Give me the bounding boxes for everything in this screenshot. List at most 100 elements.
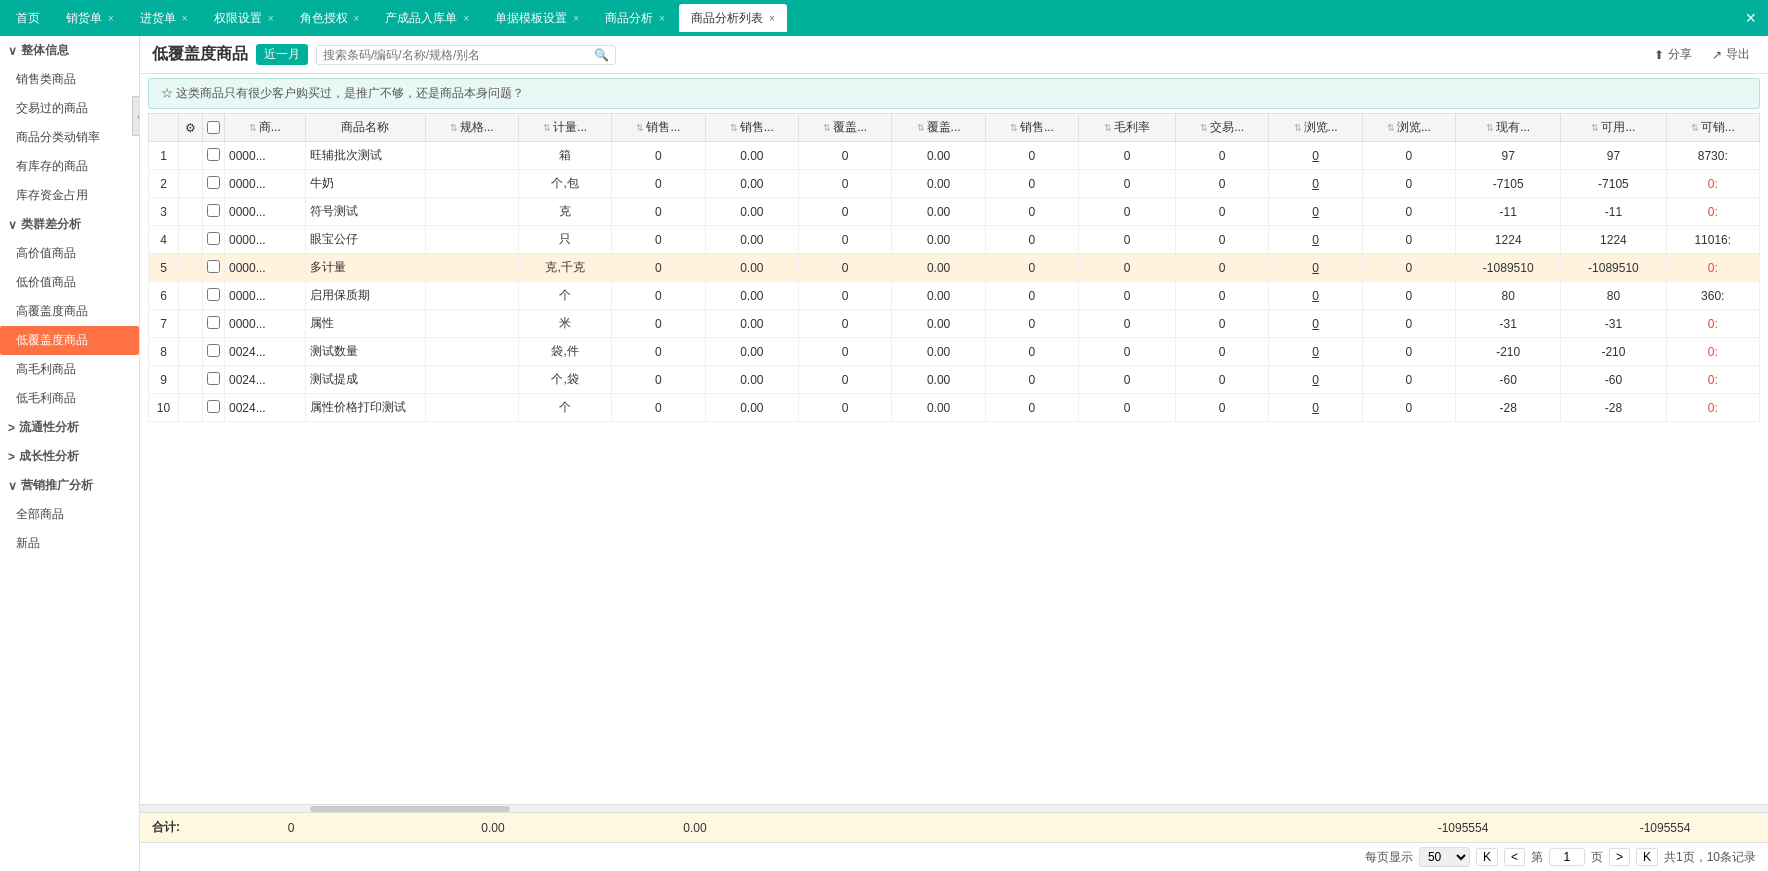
tab-product-analysis-list[interactable]: 商品分析列表 × <box>679 4 787 32</box>
sidebar-item-category-rate[interactable]: 商品分类动销率 <box>0 123 139 152</box>
cell-browse1[interactable]: 0 <box>1269 254 1362 282</box>
row-checkbox[interactable] <box>207 316 220 329</box>
sidebar-item-low-value[interactable]: 低价值商品 <box>0 268 139 297</box>
col-gross-margin[interactable]: ⇅ 毛利率 <box>1079 114 1176 142</box>
cell-checkbox[interactable] <box>203 254 225 282</box>
search-icon[interactable]: 🔍 <box>594 48 609 62</box>
close-icon[interactable]: × <box>268 13 274 24</box>
cell-checkbox[interactable] <box>203 366 225 394</box>
col-settings[interactable]: ⚙ <box>179 114 203 142</box>
cell-checkbox[interactable] <box>203 394 225 422</box>
cell-browse1[interactable]: 0 <box>1269 282 1362 310</box>
first-page-button[interactable]: K <box>1476 848 1498 866</box>
col-sales-qty[interactable]: ⇅ 销售... <box>612 114 705 142</box>
tab-product-warehouse[interactable]: 产成品入库单 × <box>373 4 481 32</box>
sidebar-item-traded-goods[interactable]: 交易过的商品 <box>0 94 139 123</box>
cell-checkbox[interactable] <box>203 142 225 170</box>
last-page-button[interactable]: K <box>1636 848 1658 866</box>
col-cover2[interactable]: ⇅ 覆盖... <box>892 114 985 142</box>
table-container[interactable]: ⚙ ⇅ 商... 商品名称 <box>140 113 1768 804</box>
nav-close-button[interactable]: × <box>1737 8 1764 29</box>
cell-name[interactable]: 旺辅批次测试 <box>305 142 425 170</box>
sidebar-section-cluster[interactable]: ∨ 类群差分析 <box>0 210 139 239</box>
close-icon[interactable]: × <box>769 13 775 24</box>
tab-sales-order[interactable]: 销货单 × <box>54 4 126 32</box>
col-browse1[interactable]: ⇅ 浏览... <box>1269 114 1362 142</box>
cell-name[interactable]: 启用保质期 <box>305 282 425 310</box>
cell-browse1[interactable]: 0 <box>1269 170 1362 198</box>
row-checkbox[interactable] <box>207 400 220 413</box>
sidebar-section-overall[interactable]: ∨ 整体信息 <box>0 36 139 65</box>
close-icon[interactable]: × <box>659 13 665 24</box>
cell-name[interactable]: 眼宝公仔 <box>305 226 425 254</box>
cell-browse1[interactable]: 0 <box>1269 226 1362 254</box>
prev-page-button[interactable]: < <box>1504 848 1525 866</box>
select-all-checkbox[interactable] <box>207 121 220 134</box>
horizontal-scrollbar[interactable] <box>140 804 1768 812</box>
row-checkbox[interactable] <box>207 204 220 217</box>
cell-browse1[interactable]: 0 <box>1269 142 1362 170</box>
sidebar-item-all-goods[interactable]: 全部商品 <box>0 500 139 529</box>
col-trade[interactable]: ⇅ 交易... <box>1176 114 1269 142</box>
cell-checkbox[interactable] <box>203 170 225 198</box>
cell-name[interactable]: 多计量 <box>305 254 425 282</box>
current-page-input[interactable] <box>1549 848 1585 866</box>
sidebar-item-stock-fund[interactable]: 库存资金占用 <box>0 181 139 210</box>
col-current-stock[interactable]: ⇅ 现有... <box>1456 114 1561 142</box>
tab-template-settings[interactable]: 单据模板设置 × <box>483 4 591 32</box>
cell-browse1[interactable]: 0 <box>1269 338 1362 366</box>
sidebar-item-high-value[interactable]: 高价值商品 <box>0 239 139 268</box>
cell-browse1[interactable]: 0 <box>1269 310 1362 338</box>
row-checkbox[interactable] <box>207 176 220 189</box>
export-button[interactable]: ↗ 导出 <box>1706 44 1756 65</box>
cell-checkbox[interactable] <box>203 226 225 254</box>
next-page-button[interactable]: > <box>1609 848 1630 866</box>
sidebar-item-high-margin[interactable]: 高毛利商品 <box>0 355 139 384</box>
row-checkbox[interactable] <box>207 344 220 357</box>
sidebar-item-stocked-goods[interactable]: 有库存的商品 <box>0 152 139 181</box>
col-cover1[interactable]: ⇅ 覆盖... <box>799 114 892 142</box>
cell-browse1[interactable]: 0 <box>1269 198 1362 226</box>
row-checkbox[interactable] <box>207 232 220 245</box>
sidebar-item-low-margin[interactable]: 低毛利商品 <box>0 384 139 413</box>
sidebar-section-circulation[interactable]: > 流通性分析 <box>0 413 139 442</box>
close-icon[interactable]: × <box>108 13 114 24</box>
sidebar-item-new-goods[interactable]: 新品 <box>0 529 139 558</box>
sidebar-item-high-coverage[interactable]: 高覆盖度商品 <box>0 297 139 326</box>
cell-name[interactable]: 测试提成 <box>305 366 425 394</box>
search-input[interactable] <box>323 48 590 62</box>
cell-checkbox[interactable] <box>203 282 225 310</box>
sidebar-section-growth[interactable]: > 成长性分析 <box>0 442 139 471</box>
row-checkbox[interactable] <box>207 372 220 385</box>
cell-name[interactable]: 符号测试 <box>305 198 425 226</box>
search-box[interactable]: 🔍 <box>316 45 616 65</box>
close-icon[interactable]: × <box>573 13 579 24</box>
sidebar-collapse-button[interactable]: « <box>132 96 140 136</box>
tab-permission-settings[interactable]: 权限设置 × <box>202 4 286 32</box>
tab-home[interactable]: 首页 <box>4 4 52 32</box>
period-button[interactable]: 近一月 <box>256 44 308 65</box>
cell-name[interactable]: 属性 <box>305 310 425 338</box>
col-sellable[interactable]: ⇅ 可销... <box>1666 114 1760 142</box>
row-checkbox[interactable] <box>207 260 220 273</box>
col-sales-amt[interactable]: ⇅ 销售... <box>705 114 798 142</box>
cell-browse1[interactable]: 0 <box>1269 394 1362 422</box>
cell-checkbox[interactable] <box>203 338 225 366</box>
close-icon[interactable]: × <box>182 13 188 24</box>
row-checkbox[interactable] <box>207 148 220 161</box>
close-icon[interactable]: × <box>463 13 469 24</box>
cell-checkbox[interactable] <box>203 198 225 226</box>
close-icon[interactable]: × <box>354 13 360 24</box>
col-browse2[interactable]: ⇅ 浏览... <box>1362 114 1455 142</box>
per-page-select[interactable]: 50 100 <box>1419 847 1470 867</box>
cell-name[interactable]: 牛奶 <box>305 170 425 198</box>
cell-browse1[interactable]: 0 <box>1269 366 1362 394</box>
tab-role-auth[interactable]: 角色授权 × <box>288 4 372 32</box>
col-name[interactable]: 商品名称 <box>305 114 425 142</box>
sidebar-item-low-coverage[interactable]: 低覆盖度商品 <box>0 326 139 355</box>
sidebar-item-sales-goods[interactable]: 销售类商品 <box>0 65 139 94</box>
cell-name[interactable]: 测试数量 <box>305 338 425 366</box>
col-sales3[interactable]: ⇅ 销售... <box>985 114 1078 142</box>
scrollbar-thumb[interactable] <box>310 806 510 812</box>
cell-checkbox[interactable] <box>203 310 225 338</box>
